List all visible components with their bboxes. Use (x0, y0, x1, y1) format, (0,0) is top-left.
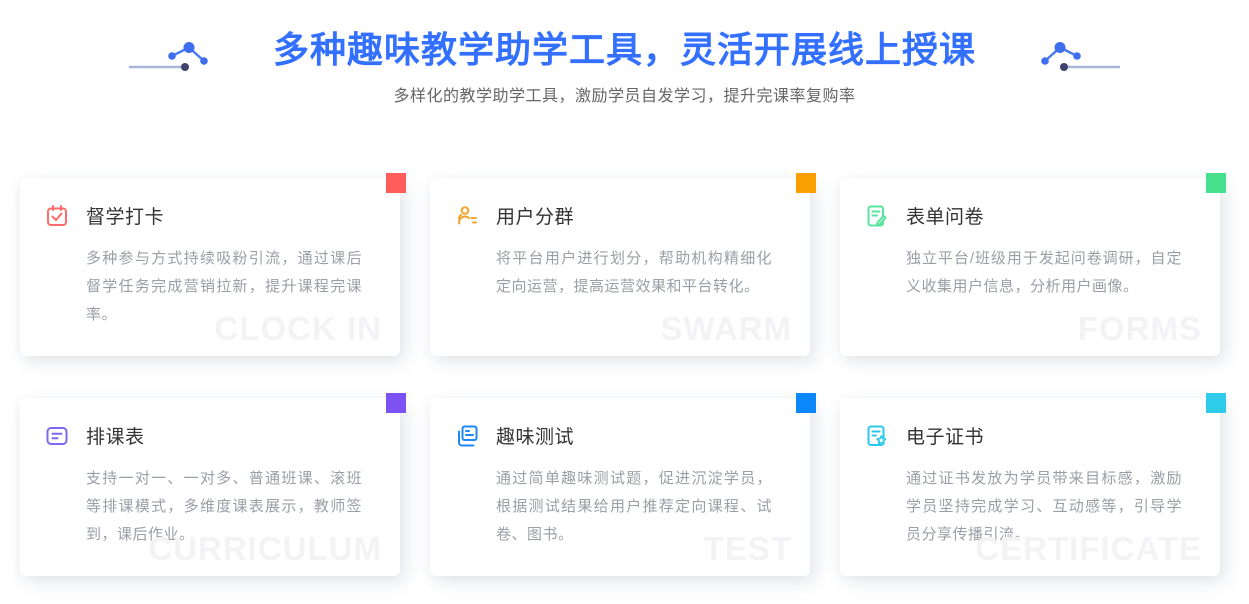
quiz-cards-icon (454, 423, 480, 449)
page-header: 多种趣味教学助学工具，灵活开展线上授课 多样化的教学助学工具，激励学员自发学习，… (0, 0, 1249, 108)
card-title: 排课表 (86, 422, 145, 449)
card-title: 督学打卡 (86, 202, 164, 229)
feature-card-grid: 督学打卡 多种参与方式持续吸粉引流，通过课后督学任务完成营销拉新，提升课程完课率… (0, 108, 1249, 576)
card-description: 支持一对一、一对多、普通班课、滚班等排课模式，多维度课表展示，教师签到，课后作业… (86, 465, 362, 549)
feature-card-test: 趣味测试 通过简单趣味测试题，促进沉淀学员，根据测试结果给用户推荐定向课程、试卷… (430, 398, 810, 576)
header-deco-left-icon (128, 30, 243, 80)
form-survey-icon (864, 203, 890, 229)
card-title: 趣味测试 (496, 422, 574, 449)
card-title: 电子证书 (906, 422, 984, 449)
card-watermark: FORMS (1078, 310, 1202, 348)
corner-accent (1206, 173, 1226, 193)
card-title: 表单问卷 (906, 202, 984, 229)
page-subtitle: 多样化的教学助学工具，激励学员自发学习，提升完课率复购率 (0, 86, 1249, 108)
page-title: 多种趣味教学助学工具，灵活开展线上授课 (273, 25, 976, 74)
feature-card-certificate: 电子证书 通过证书发放为学员带来目标感，激励学员坚持完成学习、互动感等，引导学员… (840, 398, 1220, 576)
feature-card-clock-in: 督学打卡 多种参与方式持续吸粉引流，通过课后督学任务完成营销拉新，提升课程完课率… (20, 178, 400, 356)
certificate-star-icon (864, 423, 890, 449)
header-deco-right-icon (1006, 30, 1121, 80)
corner-accent (386, 393, 406, 413)
card-title: 用户分群 (496, 202, 574, 229)
card-description: 将平台用户进行划分，帮助机构精细化定向运营，提高运营效果和平台转化。 (496, 245, 772, 301)
card-description: 通过简单趣味测试题，促进沉淀学员，根据测试结果给用户推荐定向课程、试卷、图书。 (496, 465, 772, 549)
card-description: 多种参与方式持续吸粉引流，通过课后督学任务完成营销拉新，提升课程完课率。 (86, 245, 362, 329)
card-description: 独立平台/班级用于发起问卷调研，自定义收集用户信息，分析用户画像。 (906, 245, 1182, 301)
user-group-icon (454, 203, 480, 229)
card-description: 通过证书发放为学员带来目标感，激励学员坚持完成学习、互动感等，引导学员分享传播引… (906, 465, 1182, 549)
schedule-icon (44, 423, 70, 449)
feature-card-swarm: 用户分群 将平台用户进行划分，帮助机构精细化定向运营，提高运营效果和平台转化。 … (430, 178, 810, 356)
corner-accent (386, 173, 406, 193)
card-watermark: SWARM (661, 310, 793, 348)
corner-accent (796, 173, 816, 193)
feature-card-forms: 表单问卷 独立平台/班级用于发起问卷调研，自定义收集用户信息，分析用户画像。 F… (840, 178, 1220, 356)
corner-accent (1206, 393, 1226, 413)
corner-accent (796, 393, 816, 413)
feature-card-curriculum: 排课表 支持一对一、一对多、普通班课、滚班等排课模式，多维度课表展示，教师签到，… (20, 398, 400, 576)
calendar-check-icon (44, 203, 70, 229)
